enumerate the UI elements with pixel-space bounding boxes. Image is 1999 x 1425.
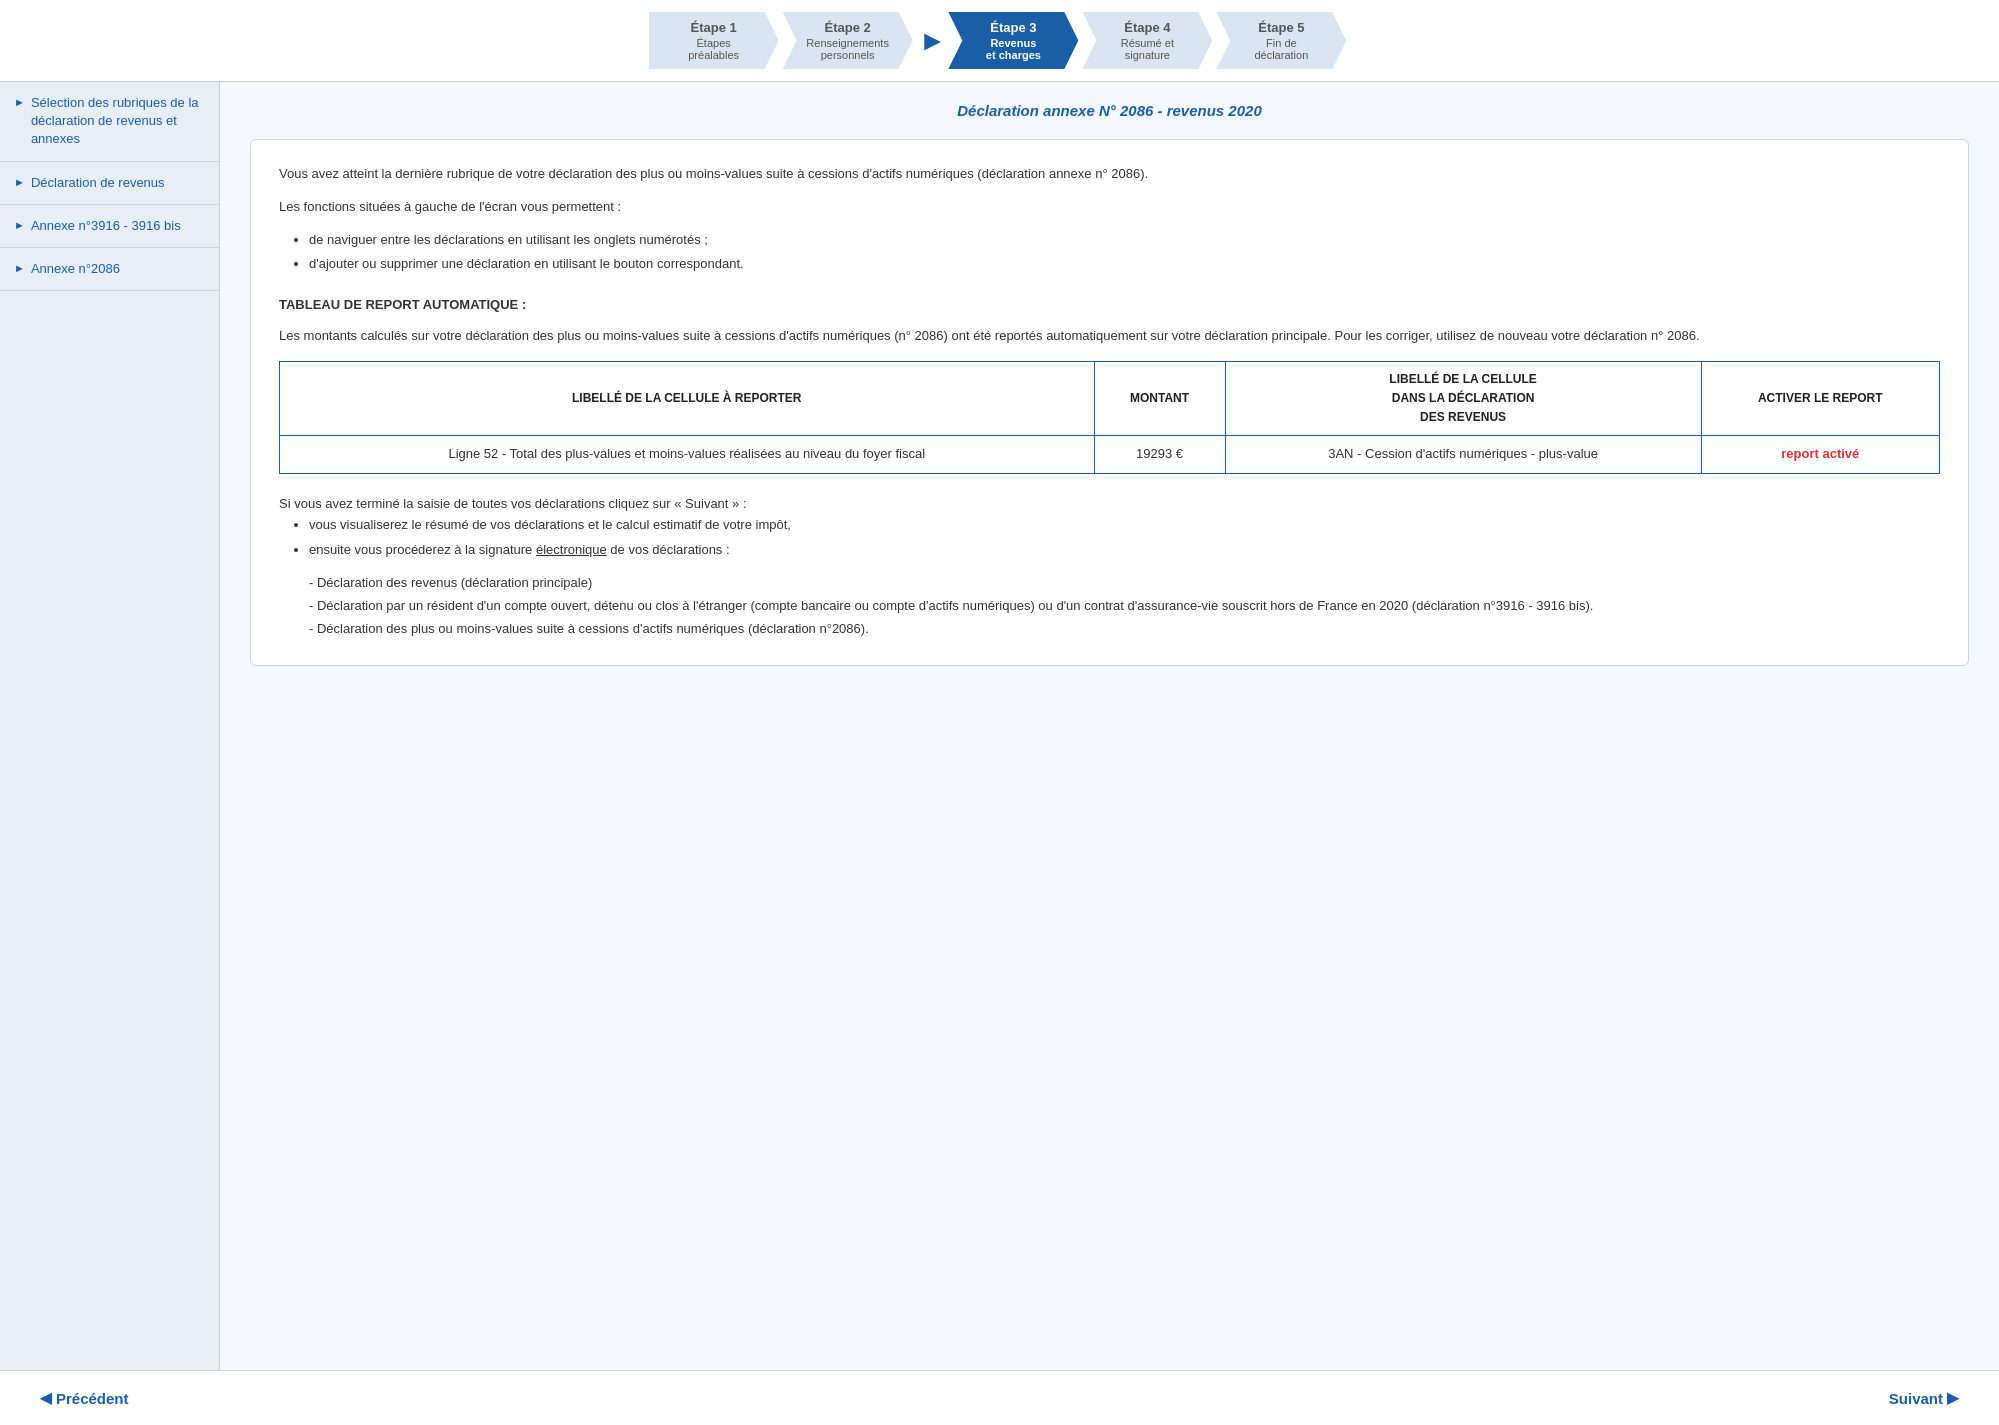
next-arrow-icon: ▶ (1947, 1389, 1959, 1407)
arrow-icon: ► (14, 219, 25, 231)
step-etape3[interactable]: Étape 3 Revenuset charges (948, 12, 1078, 69)
row-cellule: 3AN - Cession d'actifs numériques - plus… (1225, 436, 1701, 474)
table-row: Ligne 52 - Total des plus-values et moin… (280, 436, 1940, 474)
arrow-icon: ► (14, 262, 25, 274)
step-etape1[interactable]: Étape 1 Étapespréalables (649, 12, 779, 69)
stepper: Étape 1 Étapespréalables Étape 2 Renseig… (649, 12, 1351, 69)
sidebar: ► Sélection des rubriques de la déclarat… (0, 82, 220, 1370)
report-table: LIBELLÉ DE LA CELLULE À REPORTER MONTANT… (279, 361, 1940, 474)
sidebar-item-annexe2086[interactable]: ► Annexe n°2086 (0, 248, 219, 291)
content-box: Vous avez atteint la dernière rubrique d… (250, 139, 1969, 666)
table-section-title: TABLEAU DE REPORT AUTOMATIQUE : (279, 295, 1940, 316)
bullet-item-1: de naviguer entre les déclarations en ut… (309, 230, 1940, 251)
stepper-arrow: ► (919, 27, 947, 55)
arrow-icon: ► (14, 176, 25, 188)
step-etape4[interactable]: Étape 4 Résumé etsignature (1082, 12, 1212, 69)
suivant-section: Si vous avez terminé la saisie de toutes… (279, 494, 1940, 641)
indent-line-1: - Déclaration des revenus (déclaration p… (309, 571, 1940, 594)
sidebar-item-declaration[interactable]: ► Déclaration de revenus (0, 162, 219, 205)
prev-arrow-icon: ◀ (40, 1389, 52, 1407)
suivant-bullet-1: vous visualiserez le résumé de vos décla… (309, 515, 1940, 536)
content-area: Déclaration annexe N° 2086 - revenus 202… (220, 82, 1999, 1370)
sidebar-item-rubriques[interactable]: ► Sélection des rubriques de la déclarat… (0, 82, 219, 162)
step-etape5[interactable]: Étape 5 Fin dedéclaration (1216, 12, 1346, 69)
suivant-bullet-2: ensuite vous procéderez à la signature é… (309, 540, 1940, 561)
suivant-text: Si vous avez terminé la saisie de toutes… (279, 494, 1940, 515)
col-header-libelle: LIBELLÉ DE LA CELLULE À REPORTER (280, 361, 1095, 436)
functions-text: Les fonctions situées à gauche de l'écra… (279, 197, 1940, 218)
bottom-nav: ◀ Précédent Suivant ▶ (0, 1370, 1999, 1425)
col-header-activer: ACTIVER LE REPORT (1701, 361, 1939, 436)
electronique-underline: électronique (536, 542, 607, 557)
indent-line-3: - Déclaration des plus ou moins-values s… (309, 617, 1940, 640)
functions-list: de naviguer entre les déclarations en ut… (309, 230, 1940, 276)
row-activer: report activé (1701, 436, 1939, 474)
indent-line-2: - Déclaration par un résident d'un compt… (309, 594, 1940, 617)
table-description: Les montants calculés sur votre déclarat… (279, 326, 1940, 347)
report-active-badge: report activé (1781, 446, 1859, 461)
suivant-list: vous visualiserez le résumé de vos décla… (309, 515, 1940, 561)
prev-button[interactable]: ◀ Précédent (40, 1389, 129, 1407)
col-header-cellule: LIBELLÉ DE LA CELLULEDANS LA DÉCLARATION… (1225, 361, 1701, 436)
sidebar-item-annexe3916[interactable]: ► Annexe n°3916 - 3916 bis (0, 205, 219, 248)
section-title: Déclaration annexe N° 2086 - revenus 202… (250, 102, 1969, 119)
arrow-icon: ► (14, 96, 25, 108)
row-libelle: Ligne 52 - Total des plus-values et moin… (280, 436, 1095, 474)
col-header-montant: MONTANT (1094, 361, 1225, 436)
row-montant: 19293 € (1094, 436, 1225, 474)
indent-declarations: - Déclaration des revenus (déclaration p… (309, 571, 1940, 641)
bullet-item-2: d'ajouter ou supprimer une déclaration e… (309, 254, 1940, 275)
step-etape2[interactable]: Étape 2 Renseignementspersonnels (783, 12, 913, 69)
stepper-bar: Étape 1 Étapespréalables Étape 2 Renseig… (0, 0, 1999, 82)
intro-paragraph: Vous avez atteint la dernière rubrique d… (279, 164, 1940, 185)
next-button[interactable]: Suivant ▶ (1889, 1389, 1959, 1407)
